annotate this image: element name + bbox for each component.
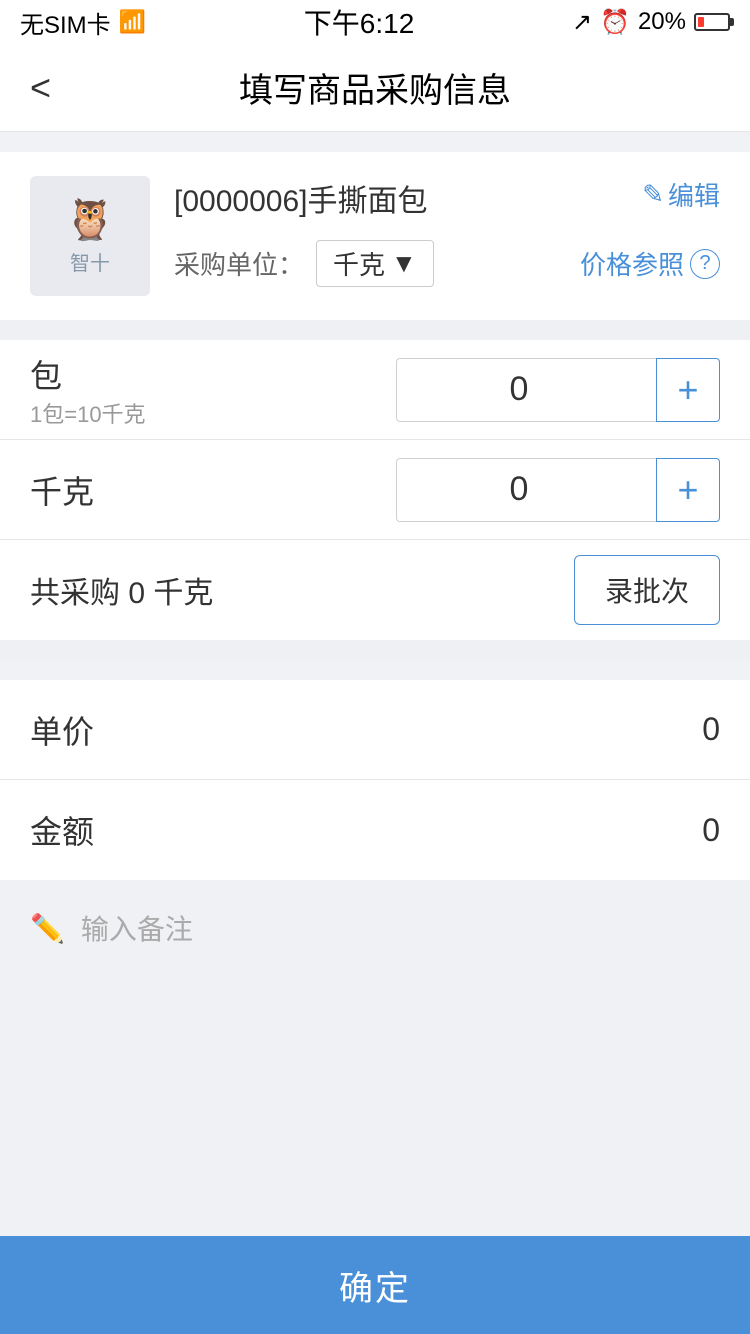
pencil-icon: ✏️ <box>30 912 65 945</box>
carrier-text: 无SIM卡 <box>20 5 111 40</box>
section-divider-2 <box>0 640 750 660</box>
price-section: 单价 0 金额 0 <box>0 680 750 880</box>
kg-plus-button[interactable]: + <box>656 458 720 522</box>
dropdown-icon: ▼ <box>391 248 417 279</box>
edit-label: 编辑 <box>668 176 720 213</box>
bao-input-right: + <box>150 358 720 422</box>
unit-value: 千克 <box>333 245 385 282</box>
unit-label: 采购单位： <box>174 245 304 282</box>
location-icon: ↗ <box>572 8 592 37</box>
status-bar: 无SIM卡 📶 下午6:12 ↗ ⏰ 20% <box>0 0 750 44</box>
summary-row: 共采购 0 千克 录批次 <box>0 540 750 640</box>
back-button[interactable]: < <box>20 57 61 119</box>
battery-percent: 20% <box>638 8 686 36</box>
price-reference-button[interactable]: 价格参照 ? <box>580 245 720 282</box>
note-placeholder-text: 输入备注 <box>81 908 193 948</box>
status-right: ↗ ⏰ 20% <box>572 8 730 37</box>
product-thumb-label: 智十 <box>70 247 110 276</box>
amount-row: 金额 0 <box>0 780 750 880</box>
bao-label: 包 <box>30 351 150 397</box>
page-title: 填写商品采购信息 <box>239 63 511 112</box>
unit-price-value: 0 <box>702 711 720 748</box>
product-edit-button[interactable]: ✎ 编辑 <box>642 176 720 213</box>
status-left: 无SIM卡 📶 <box>20 5 146 40</box>
amount-label: 金额 <box>30 807 94 853</box>
product-info: [0000006]手撕面包 ✎ 编辑 采购单位： 千克 ▼ 价格参照 ? <box>174 176 720 287</box>
product-thumbnail: 🦉 智十 <box>30 176 150 296</box>
section-divider-1 <box>0 320 750 340</box>
battery-icon <box>694 13 730 31</box>
record-batch-button[interactable]: 录批次 <box>574 555 720 625</box>
kg-label: 千克 <box>30 467 150 513</box>
alarm-icon: ⏰ <box>600 8 630 37</box>
product-logo-icon: 🦉 <box>65 196 115 243</box>
bao-quantity-input[interactable] <box>396 358 656 422</box>
product-name-row: [0000006]手撕面包 ✎ 编辑 <box>174 176 720 220</box>
product-unit-row: 采购单位： 千克 ▼ 价格参照 ? <box>174 240 720 287</box>
question-icon: ? <box>690 249 720 279</box>
unit-select[interactable]: 千克 ▼ <box>316 240 434 287</box>
bao-label-group: 包 1包=10千克 <box>30 351 150 429</box>
amount-value: 0 <box>702 812 720 849</box>
kg-label-group: 千克 <box>30 467 150 513</box>
edit-icon: ✎ <box>642 179 664 210</box>
total-purchase-text: 共采购 0 千克 <box>30 568 213 612</box>
bao-input-row: 包 1包=10千克 + <box>0 340 750 440</box>
note-section[interactable]: ✏️ 输入备注 <box>0 880 750 976</box>
price-ref-label: 价格参照 <box>580 245 684 282</box>
unit-price-label: 单价 <box>30 707 94 753</box>
bao-sublabel: 1包=10千克 <box>30 397 150 429</box>
confirm-button[interactable]: 确定 <box>0 1236 750 1334</box>
nav-bar: < 填写商品采购信息 <box>0 44 750 132</box>
wifi-icon: 📶 <box>119 9 146 35</box>
kg-quantity-input[interactable] <box>396 458 656 522</box>
quantity-input-section: 包 1包=10千克 + 千克 + <box>0 340 750 540</box>
kg-input-right: + <box>150 458 720 522</box>
product-full-name: [0000006]手撕面包 <box>174 176 427 220</box>
kg-input-row: 千克 + <box>0 440 750 540</box>
unit-price-row: 单价 0 <box>0 680 750 780</box>
product-card: 🦉 智十 [0000006]手撕面包 ✎ 编辑 采购单位： 千克 ▼ 价格参照 … <box>0 152 750 320</box>
bao-plus-button[interactable]: + <box>656 358 720 422</box>
status-time: 下午6:12 <box>304 2 415 42</box>
